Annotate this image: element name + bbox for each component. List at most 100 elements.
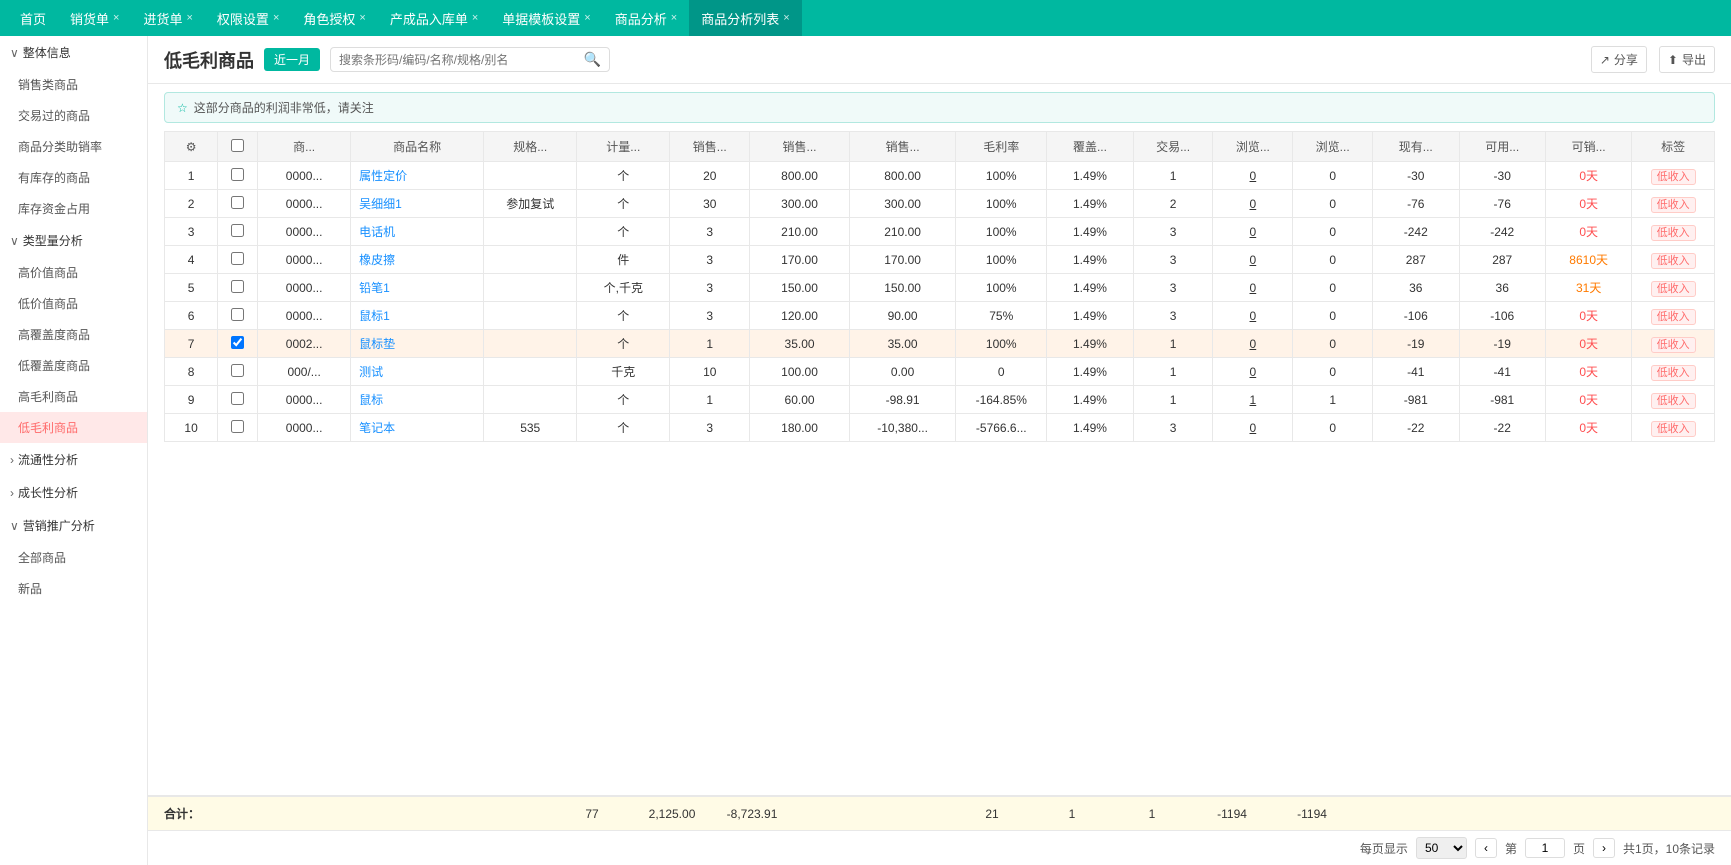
cell-usable: 36 [1459, 274, 1545, 302]
row-checkbox[interactable] [231, 420, 244, 433]
per-page-label: 每页显示 [1360, 840, 1408, 857]
cell-name[interactable]: 电话机 [351, 218, 484, 246]
cell-browse1[interactable]: 0 [1213, 274, 1293, 302]
sidebar-item-销售类商品[interactable]: 销售类商品 [0, 69, 147, 100]
sidebar-item-高覆盖度商品[interactable]: 高覆盖度商品 [0, 319, 147, 350]
cell-name[interactable]: 铅笔1 [351, 274, 484, 302]
cell-cover: 1.49% [1047, 358, 1133, 386]
cell-browse2: 0 [1293, 302, 1373, 330]
cell-browse1[interactable]: 0 [1213, 358, 1293, 386]
row-checkbox[interactable] [231, 168, 244, 181]
cell-gross-rate: 100% [956, 330, 1047, 358]
cell-usable: -30 [1459, 162, 1545, 190]
cell-browse1[interactable]: 1 [1213, 386, 1293, 414]
cell-sale-price: 180.00 [750, 414, 850, 442]
sidebar-item-低覆盖度商品[interactable]: 低覆盖度商品 [0, 350, 147, 381]
per-page-select[interactable]: 50 20 100 [1416, 837, 1467, 859]
share-button[interactable]: ↗ 分享 [1591, 46, 1647, 73]
page-number-input[interactable] [1525, 838, 1565, 858]
close-icon[interactable]: × [113, 12, 119, 24]
sidebar-item-全部商品[interactable]: 全部商品 [0, 542, 147, 573]
nav-item-sales[interactable]: 销货单 × [58, 0, 131, 36]
sidebar-item-商品分类助销率[interactable]: 商品分类助销率 [0, 131, 147, 162]
sidebar-group-流通性分析[interactable]: › 流通性分析 [0, 443, 147, 476]
table-row: 3 0000... 电话机 个 3 210.00 210.00 100% 1.4… [165, 218, 1715, 246]
next-page-button[interactable]: › [1593, 838, 1615, 858]
cell-cover: 1.49% [1047, 414, 1133, 442]
nav-item-products[interactable]: 产成品入库单 × [378, 0, 490, 36]
cell-name[interactable]: 鼠标垫 [351, 330, 484, 358]
data-table: ⚙ 商... 商品名称 规格... [164, 131, 1715, 442]
close-icon[interactable]: × [584, 12, 590, 24]
sidebar-item-交易过的商品[interactable]: 交易过的商品 [0, 100, 147, 131]
table-row: 6 0000... 鼠标1 个 3 120.00 90.00 75% 1.49%… [165, 302, 1715, 330]
nav-item-home[interactable]: 首页 [8, 0, 58, 36]
sidebar-item-低价值商品[interactable]: 低价值商品 [0, 288, 147, 319]
search-input[interactable] [339, 53, 584, 67]
cell-trade: 1 [1133, 162, 1213, 190]
sidebar-group-成长性分析[interactable]: › 成长性分析 [0, 476, 147, 509]
sidebar-item-低毛利商品[interactable]: 低毛利商品 [0, 412, 147, 443]
cell-browse1[interactable]: 0 [1213, 162, 1293, 190]
nav-item-roles[interactable]: 角色授权 × [291, 0, 377, 36]
sidebar-item-高毛利商品[interactable]: 高毛利商品 [0, 381, 147, 412]
nav-item-templates[interactable]: 单据模板设置 × [490, 0, 602, 36]
cell-browse1[interactable]: 0 [1213, 414, 1293, 442]
close-icon[interactable]: × [273, 12, 279, 24]
cell-check [218, 162, 258, 190]
cell-browse1[interactable]: 0 [1213, 218, 1293, 246]
cell-browse2: 0 [1293, 358, 1373, 386]
cell-unit: 个 [577, 190, 670, 218]
cell-sale-qty: 3 [670, 274, 750, 302]
chevron-right-icon: › [10, 486, 14, 500]
row-checkbox[interactable] [231, 308, 244, 321]
nav-item-analysis-list[interactable]: 商品分析列表 × [689, 0, 801, 36]
sidebar-group-类型量分析[interactable]: ∨ 类型量分析 [0, 224, 147, 257]
close-icon[interactable]: × [186, 12, 192, 24]
th-settings[interactable]: ⚙ [165, 132, 218, 162]
cell-usable: -242 [1459, 218, 1545, 246]
close-icon[interactable]: × [359, 12, 365, 24]
close-icon[interactable]: × [783, 12, 789, 24]
close-icon[interactable]: × [472, 12, 478, 24]
cell-cover: 1.49% [1047, 246, 1133, 274]
row-checkbox[interactable] [231, 252, 244, 265]
nav-item-permissions[interactable]: 权限设置 × [205, 0, 291, 36]
row-checkbox[interactable] [231, 196, 244, 209]
row-checkbox[interactable] [231, 392, 244, 405]
cell-check [218, 330, 258, 358]
cell-name[interactable]: 吴细细1 [351, 190, 484, 218]
filter-recent-month-button[interactable]: 近一月 [264, 48, 320, 71]
cell-name[interactable]: 属性定价 [351, 162, 484, 190]
nav-item-analysis[interactable]: 商品分析 × [603, 0, 689, 36]
cell-name[interactable]: 笔记本 [351, 414, 484, 442]
cell-name[interactable]: 橡皮擦 [351, 246, 484, 274]
cell-name[interactable]: 鼠标 [351, 386, 484, 414]
table-container: ⚙ 商... 商品名称 规格... [148, 131, 1731, 795]
sidebar-item-有库存的商品[interactable]: 有库存的商品 [0, 162, 147, 193]
row-checkbox[interactable] [231, 336, 244, 349]
close-icon[interactable]: × [671, 12, 677, 24]
sidebar-item-高价值商品[interactable]: 高价值商品 [0, 257, 147, 288]
nav-item-purchase[interactable]: 进货单 × [131, 0, 204, 36]
row-checkbox[interactable] [231, 280, 244, 293]
tag-badge: 低收入 [1651, 281, 1696, 297]
cell-cover: 1.49% [1047, 162, 1133, 190]
sidebar-item-新品[interactable]: 新品 [0, 573, 147, 604]
sidebar-group-营销推广分析[interactable]: ∨ 营销推广分析 [0, 509, 147, 542]
cell-browse1[interactable]: 0 [1213, 246, 1293, 274]
prev-page-button[interactable]: ‹ [1475, 838, 1497, 858]
export-button[interactable]: ⬆ 导出 [1659, 46, 1715, 73]
select-all-checkbox[interactable] [231, 139, 244, 152]
cell-browse1[interactable]: 0 [1213, 330, 1293, 358]
cell-unit: 个 [577, 414, 670, 442]
row-checkbox[interactable] [231, 224, 244, 237]
row-checkbox[interactable] [231, 364, 244, 377]
cell-current: -22 [1373, 414, 1459, 442]
cell-name[interactable]: 鼠标1 [351, 302, 484, 330]
cell-browse1[interactable]: 0 [1213, 302, 1293, 330]
sidebar-item-库存资金占用[interactable]: 库存资金占用 [0, 193, 147, 224]
cell-browse1[interactable]: 0 [1213, 190, 1293, 218]
cell-name[interactable]: 测试 [351, 358, 484, 386]
sidebar-group-整体信息[interactable]: ∨ 整体信息 [0, 36, 147, 69]
